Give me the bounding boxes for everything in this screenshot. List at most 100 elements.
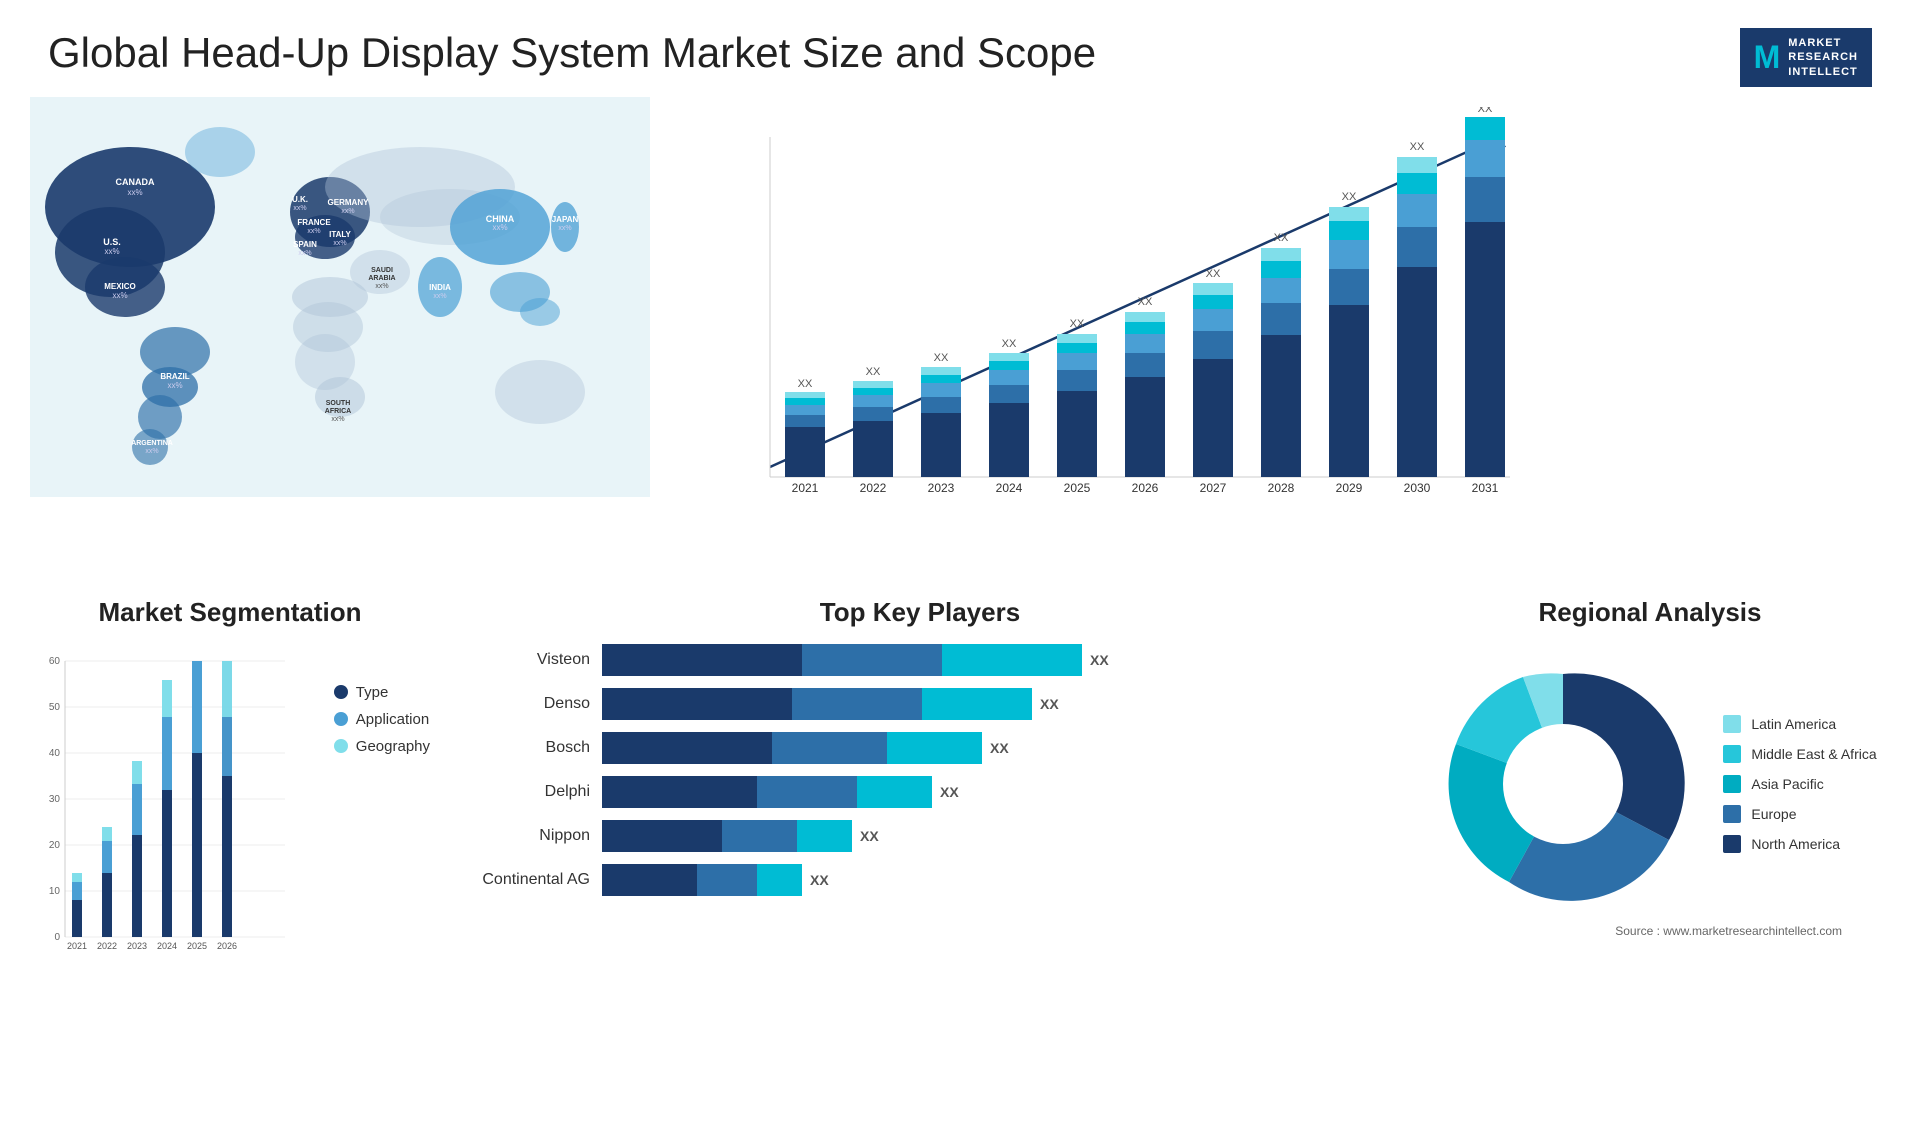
segmentation-section: Market Segmentation 60 50 40 30 20 10 0 — [30, 597, 430, 1127]
player-name-bosch: Bosch — [470, 739, 590, 757]
legend-eu-label: Europe — [1751, 806, 1796, 822]
bar-seg1 — [602, 644, 802, 676]
svg-text:2023: 2023 — [928, 481, 955, 495]
player-row-denso: Denso XX — [470, 688, 1370, 720]
legend-geography: Geography — [334, 738, 430, 755]
svg-text:ITALY: ITALY — [329, 230, 351, 239]
player-xx-bosch: XX — [990, 740, 1009, 756]
svg-text:XX: XX — [1274, 232, 1289, 244]
legend-app-dot — [334, 712, 348, 726]
logo-line1: MARKET — [1788, 36, 1858, 50]
svg-text:FRANCE: FRANCE — [297, 218, 331, 227]
svg-text:SPAIN: SPAIN — [293, 240, 317, 249]
legend-la-color — [1723, 715, 1741, 733]
logo-line2: RESEARCH — [1788, 50, 1858, 64]
svg-text:XX: XX — [1206, 268, 1221, 280]
segmentation-title: Market Segmentation — [30, 597, 430, 628]
svg-text:xx%: xx% — [375, 283, 388, 290]
top-content: CANADA xx% U.S. xx% MEXICO xx% BRAZIL xx… — [0, 97, 1920, 577]
player-name-visteon: Visteon — [470, 651, 590, 669]
svg-text:60: 60 — [49, 656, 61, 667]
svg-text:2029: 2029 — [1336, 481, 1363, 495]
seg-chart-container: 60 50 40 30 20 10 0 — [30, 644, 430, 969]
player-xx-nippon: XX — [860, 828, 879, 844]
svg-text:10: 10 — [49, 886, 61, 897]
player-row-visteon: Visteon XX — [470, 644, 1370, 676]
svg-text:2021: 2021 — [67, 941, 87, 951]
donut-chart — [1423, 644, 1703, 924]
svg-text:0: 0 — [54, 932, 60, 943]
regional-legend: Latin America Middle East & Africa Asia … — [1723, 715, 1876, 853]
bar-seg1 — [602, 732, 772, 764]
players-list: Visteon XX Denso — [450, 644, 1390, 896]
bottom-content: Market Segmentation 60 50 40 30 20 10 0 — [0, 577, 1920, 1137]
svg-text:SOUTH: SOUTH — [326, 400, 351, 407]
svg-text:40: 40 — [49, 748, 61, 759]
svg-text:2030: 2030 — [1404, 481, 1431, 495]
svg-text:XX: XX — [1070, 318, 1085, 330]
bar-seg1 — [602, 776, 757, 808]
player-row-nippon: Nippon XX — [470, 820, 1370, 852]
svg-text:INDIA: INDIA — [429, 283, 451, 292]
svg-text:CANADA: CANADA — [116, 177, 155, 187]
player-xx-denso: XX — [1040, 696, 1059, 712]
bar-seg3 — [797, 820, 852, 852]
bar-seg1 — [602, 820, 722, 852]
legend-app-label: Application — [356, 711, 429, 728]
bar-seg3 — [757, 864, 802, 896]
player-name-continental: Continental AG — [470, 871, 590, 889]
seg-chart-area: 60 50 40 30 20 10 0 — [30, 644, 314, 969]
legend-type-label: Type — [356, 684, 389, 701]
player-name-nippon: Nippon — [470, 827, 590, 845]
svg-text:U.S.: U.S. — [103, 237, 121, 247]
svg-text:2024: 2024 — [996, 481, 1023, 495]
player-xx-continental: XX — [810, 872, 829, 888]
legend-na-label: North America — [1751, 836, 1840, 852]
regional-section: Regional Analysis — [1410, 597, 1890, 1127]
svg-text:ARABIA: ARABIA — [368, 275, 395, 282]
svg-text:2023: 2023 — [127, 941, 147, 951]
seg-legend: Type Application Geography — [334, 644, 430, 755]
player-bar-denso: XX — [602, 688, 1370, 720]
svg-text:GERMANY: GERMANY — [328, 198, 370, 207]
legend-ap-label: Asia Pacific — [1751, 776, 1823, 792]
svg-text:xx%: xx% — [331, 416, 344, 423]
legend-mea-label: Middle East & Africa — [1751, 746, 1876, 762]
legend-europe: Europe — [1723, 805, 1876, 823]
legend-latin-america: Latin America — [1723, 715, 1876, 733]
svg-text:XX: XX — [1342, 191, 1357, 203]
svg-text:BRAZIL: BRAZIL — [160, 372, 189, 381]
svg-text:xx%: xx% — [492, 223, 507, 232]
svg-text:XX: XX — [1410, 141, 1425, 153]
source-text: Source : www.marketresearchintellect.com — [1410, 924, 1890, 942]
svg-text:2025: 2025 — [187, 941, 207, 951]
svg-text:20: 20 — [49, 840, 61, 851]
svg-text:xx%: xx% — [145, 448, 158, 455]
svg-text:XX: XX — [866, 366, 881, 378]
svg-text:2027: 2027 — [1200, 481, 1227, 495]
world-map-section: CANADA xx% U.S. xx% MEXICO xx% BRAZIL xx… — [30, 97, 670, 577]
logo: M MARKET RESEARCH INTELLECT — [1740, 28, 1872, 87]
bar-chart-svg: XX 2021 XX 2022 XX 2023 XX 20 — [710, 107, 1530, 527]
svg-text:2024: 2024 — [157, 941, 177, 951]
legend-application: Application — [334, 711, 430, 728]
svg-text:AFRICA: AFRICA — [325, 408, 351, 415]
svg-text:xx%: xx% — [433, 293, 446, 300]
svg-text:30: 30 — [49, 794, 61, 805]
svg-text:U.K.: U.K. — [292, 195, 308, 204]
svg-text:XX: XX — [1478, 107, 1493, 115]
bar-seg2 — [792, 688, 922, 720]
legend-north-america: North America — [1723, 835, 1876, 853]
player-bar-bosch: XX — [602, 732, 1370, 764]
legend-asia-pacific: Asia Pacific — [1723, 775, 1876, 793]
bar-chart-section: XX 2021 XX 2022 XX 2023 XX 20 — [690, 97, 1890, 577]
bar-seg2 — [772, 732, 887, 764]
player-bar-delphi: XX — [602, 776, 1370, 808]
svg-text:2022: 2022 — [860, 481, 887, 495]
svg-text:xx%: xx% — [558, 225, 571, 232]
svg-text:XX: XX — [1138, 296, 1153, 308]
regional-container: Latin America Middle East & Africa Asia … — [1410, 644, 1890, 924]
header: Global Head-Up Display System Market Siz… — [0, 0, 1920, 97]
legend-la-label: Latin America — [1751, 716, 1836, 732]
bar-seg2 — [802, 644, 942, 676]
